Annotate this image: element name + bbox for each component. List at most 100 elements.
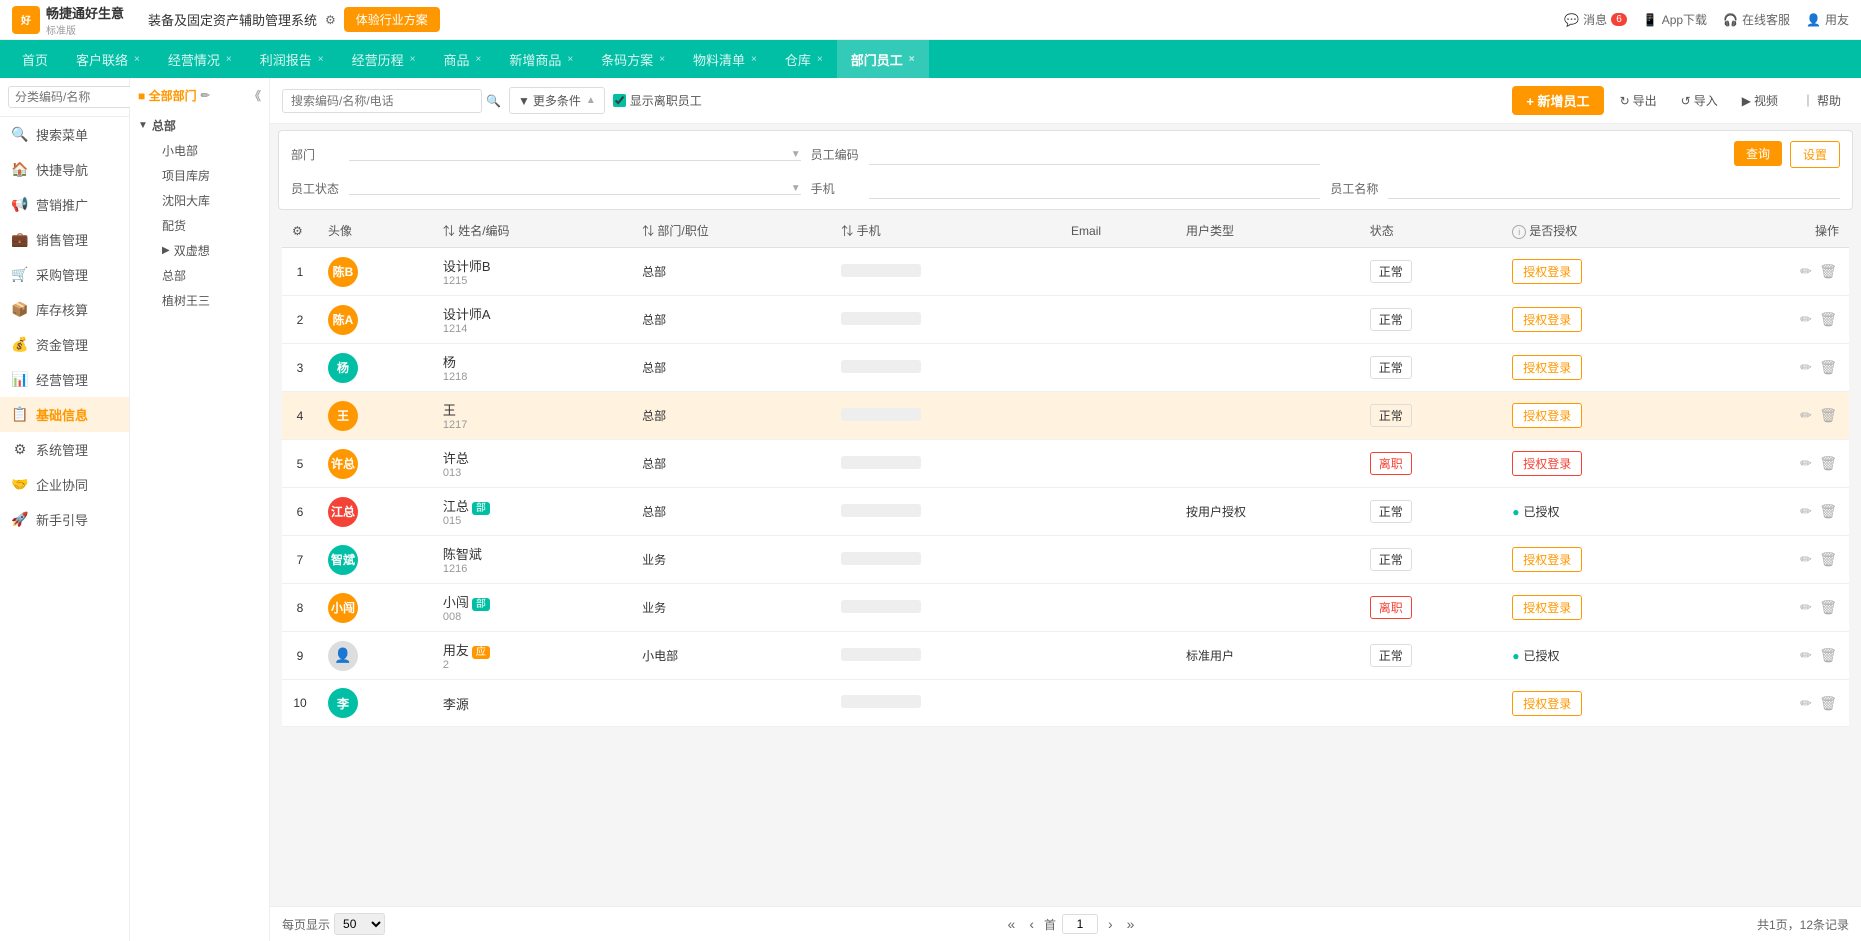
dept-node-shuangxu[interactable]: ▶双虚想 (142, 238, 269, 263)
first-page-button[interactable]: « (1004, 914, 1020, 934)
dept-col-header[interactable]: ⇅ 部门/职位 (632, 214, 831, 248)
close-icon[interactable]: × (909, 54, 915, 65)
app-download-action[interactable]: 📱 App下载 (1643, 11, 1707, 28)
dept-all-header[interactable]: ■ 全部部门 ✏ 《 (130, 82, 269, 109)
delete-button[interactable]: 🗑 (1817, 501, 1839, 522)
close-icon[interactable]: × (751, 54, 757, 65)
prev-page-button[interactable]: ‹ (1025, 914, 1038, 934)
page-input[interactable] (1062, 914, 1098, 934)
edit-button[interactable]: ✏ (1798, 261, 1814, 282)
dept-dropdown-icon[interactable]: ▼ (791, 149, 801, 160)
edit-button[interactable]: ✏ (1798, 693, 1814, 714)
name-col-header[interactable]: ⇅ 姓名/编码 (433, 214, 632, 248)
close-icon[interactable]: × (318, 54, 324, 65)
auth-login-button[interactable]: 授权登录 (1512, 403, 1582, 428)
dept-node-project[interactable]: 项目库房 (142, 163, 269, 188)
emp-name-input[interactable] (1388, 178, 1840, 199)
close-icon[interactable]: × (134, 54, 140, 65)
add-employee-button[interactable]: + 新增员工 (1512, 86, 1603, 115)
delete-button[interactable]: 🗑 (1817, 453, 1839, 474)
delete-button[interactable]: 🗑 (1817, 645, 1839, 666)
sidebar-item-base-info[interactable]: 📋 基础信息 (0, 397, 129, 432)
sidebar-item-collab[interactable]: 🤝 企业协同 (0, 467, 129, 502)
sidebar-item-guide[interactable]: 🚀 新手引导 (0, 502, 129, 537)
set-button[interactable]: 设置 (1790, 141, 1840, 168)
dept-node-small-elec[interactable]: 小电部 (142, 138, 269, 163)
sidebar-item-system[interactable]: ⚙ 系统管理 (0, 432, 129, 467)
sidebar-item-purchase[interactable]: 🛒 采购管理 (0, 257, 129, 292)
auth-login-button[interactable]: 授权登录 (1512, 595, 1582, 620)
dept-node-head[interactable]: ▼总部 (130, 113, 269, 138)
close-icon[interactable]: × (659, 54, 665, 65)
resigned-checkbox-input[interactable] (613, 94, 626, 107)
delete-button[interactable]: 🗑 (1817, 693, 1839, 714)
auth-login-button[interactable]: 授权登录 (1512, 547, 1582, 572)
query-button[interactable]: 查询 (1734, 141, 1782, 166)
dept-node-delivery[interactable]: 配货 (142, 213, 269, 238)
close-icon[interactable]: × (226, 54, 232, 65)
dept-node-plant[interactable]: 植树王三 (142, 288, 269, 313)
status-dropdown-icon[interactable]: ▼ (791, 183, 801, 194)
more-conditions-button[interactable]: ▼ 更多条件 ▲ (509, 87, 605, 114)
delete-button[interactable]: 🗑 (1817, 597, 1839, 618)
tab-history[interactable]: 经营历程 × (338, 40, 430, 78)
tab-barcode[interactable]: 条码方案 × (587, 40, 679, 78)
sidebar-item-finance[interactable]: 💰 资金管理 (0, 327, 129, 362)
message-action[interactable]: 💬 消息 6 (1564, 11, 1627, 28)
per-page-select[interactable]: 50 20 100 (334, 913, 385, 935)
auth-login-button[interactable]: 授权登录 (1512, 259, 1582, 284)
dept-edit-icon[interactable]: ✏ (201, 89, 210, 102)
video-button[interactable]: ▶ 视频 (1734, 88, 1786, 113)
help-button[interactable]: ｜ 帮助 (1794, 88, 1849, 113)
auth-login-button[interactable]: 授权登录 (1512, 691, 1582, 716)
last-page-button[interactable]: » (1123, 914, 1139, 934)
auth-login-button[interactable]: 授权登录 (1512, 307, 1582, 332)
edit-button[interactable]: ✏ (1798, 453, 1814, 474)
experience-button[interactable]: 体验行业方案 (344, 7, 440, 32)
show-resigned-checkbox[interactable]: 显示离职员工 (613, 92, 702, 109)
auth-login-button[interactable]: 授权登录 (1512, 355, 1582, 380)
edit-button[interactable]: ✏ (1798, 645, 1814, 666)
user-action[interactable]: 👤 用友 (1806, 11, 1849, 28)
edit-button[interactable]: ✏ (1798, 357, 1814, 378)
close-icon[interactable]: × (475, 54, 481, 65)
sidebar-item-quick-nav[interactable]: 🏠 快捷导航 (0, 152, 129, 187)
tab-goods[interactable]: 商品 × (429, 40, 495, 78)
settings-col-header[interactable]: ⚙ (282, 214, 318, 248)
tab-employee[interactable]: 部门员工 × (837, 40, 929, 78)
edit-button[interactable]: ✏ (1798, 405, 1814, 426)
close-icon[interactable]: × (410, 54, 416, 65)
delete-button[interactable]: 🗑 (1817, 309, 1839, 330)
tab-add-goods[interactable]: 新增商品 × (495, 40, 587, 78)
search-input[interactable] (282, 89, 482, 113)
edit-button[interactable]: ✏ (1798, 501, 1814, 522)
online-service-action[interactable]: 🎧 在线客服 (1723, 11, 1790, 28)
close-icon[interactable]: × (817, 54, 823, 65)
tab-profit[interactable]: 利润报告 × (246, 40, 338, 78)
delete-button[interactable]: 🗑 (1817, 261, 1839, 282)
dept-collapse-icon[interactable]: 《 (249, 87, 261, 104)
phone-input[interactable] (869, 178, 1321, 199)
edit-button[interactable]: ✏ (1798, 549, 1814, 570)
sidebar-item-biz[interactable]: 📊 经营管理 (0, 362, 129, 397)
edit-button[interactable]: ✏ (1798, 597, 1814, 618)
sidebar-item-sales[interactable]: 💼 销售管理 (0, 222, 129, 257)
dept-node-shenyang[interactable]: 沈阳大库 (142, 188, 269, 213)
sidebar-item-marketing[interactable]: 📢 营销推广 (0, 187, 129, 222)
tab-customer[interactable]: 客户联络 × (62, 40, 154, 78)
emp-code-input[interactable] (869, 144, 1321, 165)
dept-node-head2[interactable]: 总部 (142, 263, 269, 288)
sidebar-item-search[interactable]: 🔍 搜索菜单 (0, 117, 129, 152)
tab-home[interactable]: 首页 (8, 40, 62, 78)
import-button[interactable]: ↺ 导入 (1673, 88, 1726, 113)
delete-button[interactable]: 🗑 (1817, 357, 1839, 378)
search-icon[interactable]: 🔍 (486, 94, 501, 108)
delete-button[interactable]: 🗑 (1817, 405, 1839, 426)
export-button[interactable]: ↻ 导出 (1612, 88, 1665, 113)
sidebar-item-inventory[interactable]: 📦 库存核算 (0, 292, 129, 327)
tab-warehouse[interactable]: 仓库 × (771, 40, 837, 78)
tab-operation[interactable]: 经营情况 × (154, 40, 246, 78)
phone-col-header[interactable]: ⇅ 手机 (831, 214, 1061, 248)
edit-button[interactable]: ✏ (1798, 309, 1814, 330)
close-icon[interactable]: × (567, 54, 573, 65)
